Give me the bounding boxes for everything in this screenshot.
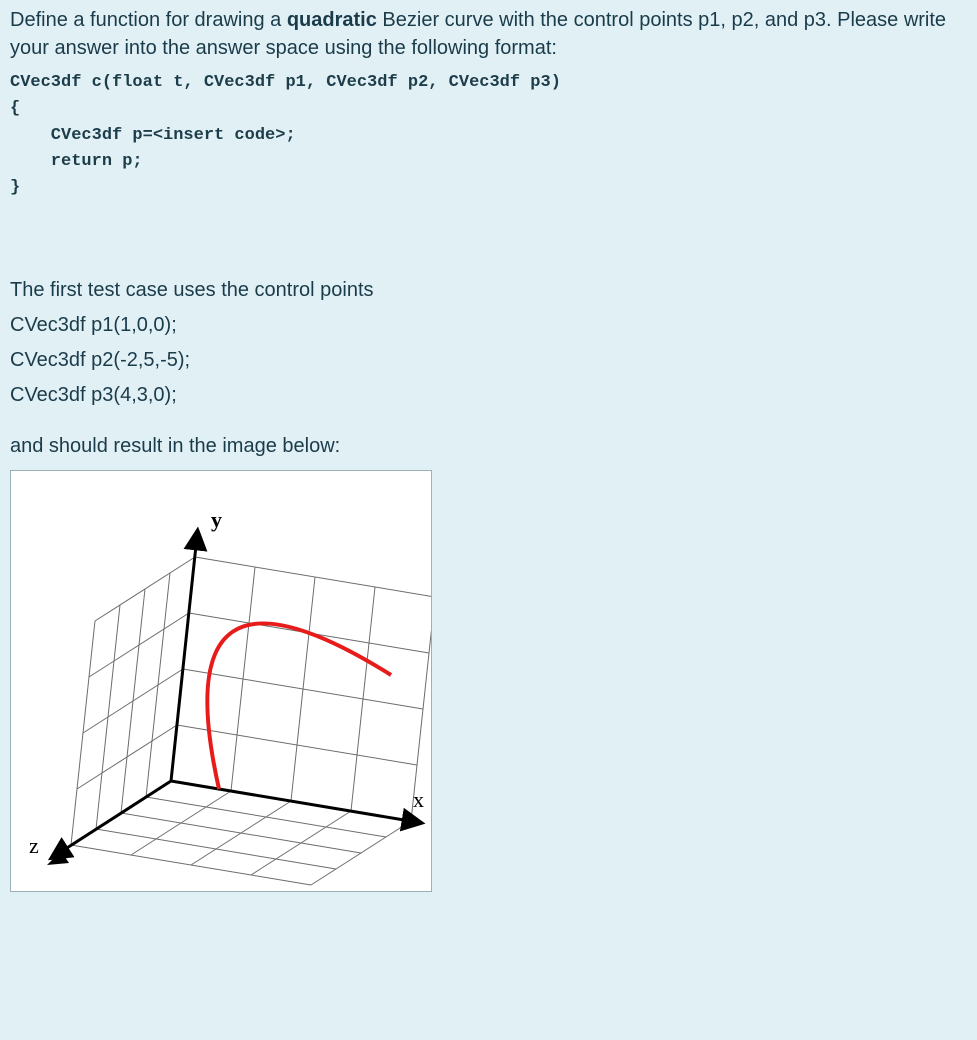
- plot-svg: y x z: [11, 471, 431, 891]
- intro-paragraph: Define a function for drawing a quadrati…: [10, 6, 967, 62]
- code-line-5: }: [10, 178, 20, 197]
- axis-label-z: z: [29, 833, 39, 858]
- axis-x: [171, 781, 416, 822]
- grid-backwall: [171, 557, 431, 821]
- control-point-p3: CVec3df p3(4,3,0);: [10, 382, 967, 409]
- code-template: CVec3df c(float t, CVec3df p1, CVec3df p…: [10, 70, 967, 202]
- code-line-4: return p;: [10, 152, 143, 171]
- grid-floor: [71, 781, 411, 885]
- problem-page: Define a function for drawing a quadrati…: [0, 0, 977, 1040]
- code-line-3: CVec3df p=<insert code>;: [10, 126, 296, 145]
- bezier-curve: [207, 623, 391, 789]
- figure-3d-plot: y x z: [10, 470, 432, 892]
- axis-y: [171, 536, 197, 781]
- control-point-p1: CVec3df p1(1,0,0);: [10, 312, 967, 339]
- intro-seg1: Define a function for drawing a: [10, 9, 287, 31]
- code-line-2: {: [10, 99, 20, 118]
- axis-label-x: x: [413, 787, 424, 812]
- test-intro: The first test case uses the control poi…: [10, 276, 967, 304]
- control-point-p2: CVec3df p2(-2,5,-5);: [10, 347, 967, 374]
- result-text: and should result in the image below:: [10, 435, 967, 458]
- code-line-1: CVec3df c(float t, CVec3df p1, CVec3df p…: [10, 73, 561, 92]
- axis-label-y: y: [211, 507, 222, 532]
- intro-bold: quadratic: [287, 9, 377, 31]
